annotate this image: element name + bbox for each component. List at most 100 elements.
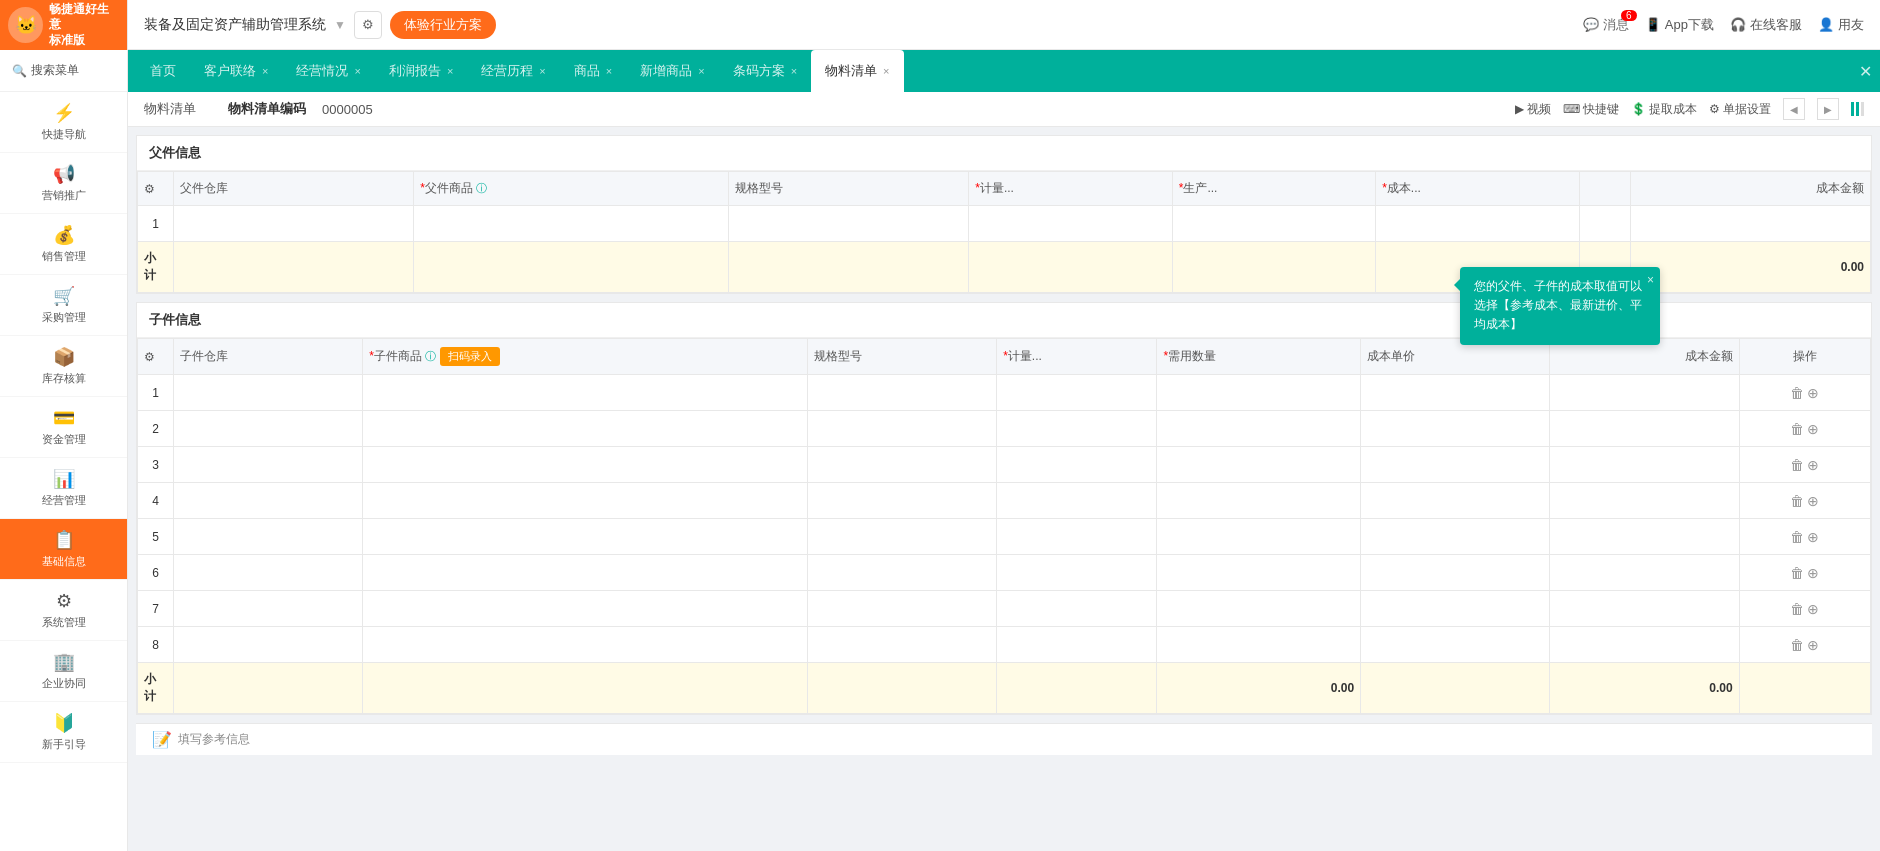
parent-row-1-warehouse[interactable] (174, 206, 414, 242)
sidebar-item-quick-nav[interactable]: ⚡ 快捷导航 (0, 92, 127, 153)
scan-input-button[interactable]: 扫码录入 (440, 347, 500, 366)
sidebar-item-sales[interactable]: 💰 销售管理 (0, 214, 127, 275)
child-row-2-copy-icon[interactable]: ⊕ (1807, 421, 1819, 437)
child-row-1-delete-icon[interactable]: 🗑 (1790, 385, 1804, 401)
child-row-5-copy-icon[interactable]: ⊕ (1807, 529, 1819, 545)
child-row-7-warehouse[interactable] (174, 591, 363, 627)
tab-history-close[interactable]: × (539, 65, 545, 77)
tooltip-close-button[interactable]: × (1647, 271, 1654, 290)
child-row-5-warehouse[interactable] (174, 519, 363, 555)
child-row-2-unit[interactable] (997, 411, 1157, 447)
child-row-7-qty[interactable] (1157, 591, 1361, 627)
child-row-2-unit-cost[interactable] (1361, 411, 1550, 447)
child-row-6-unit[interactable] (997, 555, 1157, 591)
child-row-6-unit-cost[interactable] (1361, 555, 1550, 591)
child-row-5-qty[interactable] (1157, 519, 1361, 555)
tab-product-close[interactable]: × (606, 65, 612, 77)
view-video-button[interactable]: ▶ 视频 (1515, 101, 1551, 118)
child-row-4-warehouse[interactable] (174, 483, 363, 519)
child-row-7-unit-cost[interactable] (1361, 591, 1550, 627)
tab-new-product-close[interactable]: × (698, 65, 704, 77)
child-row-3-spec[interactable] (807, 447, 996, 483)
parent-col-gear[interactable]: ⚙ (138, 172, 174, 206)
nav-prev-button[interactable]: ◀ (1783, 98, 1805, 120)
child-row-3-unit-cost[interactable] (1361, 447, 1550, 483)
parent-row-1-produce[interactable] (1172, 206, 1375, 242)
child-row-4-qty[interactable] (1157, 483, 1361, 519)
child-row-4-copy-icon[interactable]: ⊕ (1807, 493, 1819, 509)
child-row-3-qty[interactable] (1157, 447, 1361, 483)
child-row-8-product[interactable] (363, 627, 808, 663)
child-row-6-qty[interactable] (1157, 555, 1361, 591)
tab-customer-close[interactable]: × (262, 65, 268, 77)
child-row-8-delete-icon[interactable]: 🗑 (1790, 637, 1804, 653)
child-row-6-product[interactable] (363, 555, 808, 591)
child-row-2-spec[interactable] (807, 411, 996, 447)
child-row-1-qty[interactable] (1157, 375, 1361, 411)
tab-profit[interactable]: 利润报告 × (375, 50, 467, 92)
search-menu-button[interactable]: 🔍 搜索菜单 (8, 58, 119, 83)
child-row-5-product[interactable] (363, 519, 808, 555)
child-row-1-unit-cost[interactable] (1361, 375, 1550, 411)
child-row-8-spec[interactable] (807, 627, 996, 663)
parent-row-1-unit[interactable] (969, 206, 1172, 242)
child-row-3-warehouse[interactable] (174, 447, 363, 483)
sidebar-item-operations[interactable]: 📊 经营管理 (0, 458, 127, 519)
tab-customer[interactable]: 客户联络 × (190, 50, 282, 92)
sidebar-item-purchase[interactable]: 🛒 采购管理 (0, 275, 127, 336)
child-row-6-copy-icon[interactable]: ⊕ (1807, 565, 1819, 581)
sidebar-item-system[interactable]: ⚙ 系统管理 (0, 580, 127, 641)
child-row-2-product[interactable] (363, 411, 808, 447)
child-row-2-delete-icon[interactable]: 🗑 (1790, 421, 1804, 437)
child-row-1-copy-icon[interactable]: ⊕ (1807, 385, 1819, 401)
child-row-4-product[interactable] (363, 483, 808, 519)
child-row-3-delete-icon[interactable]: 🗑 (1790, 457, 1804, 473)
trial-button[interactable]: 体验行业方案 (390, 11, 496, 39)
parent-row-1-product[interactable] (414, 206, 729, 242)
tab-barcode[interactable]: 条码方案 × (719, 50, 811, 92)
tab-profit-close[interactable]: × (447, 65, 453, 77)
parent-row-1-spec[interactable] (729, 206, 969, 242)
child-row-8-warehouse[interactable] (174, 627, 363, 663)
app-download-button[interactable]: 📱 App下载 (1645, 16, 1714, 34)
sidebar-item-guide[interactable]: 🔰 新手引导 (0, 702, 127, 763)
tab-business-status[interactable]: 经营情况 × (282, 50, 374, 92)
sidebar-item-finance[interactable]: 💳 资金管理 (0, 397, 127, 458)
nav-next-button[interactable]: ▶ (1817, 98, 1839, 120)
sidebar-item-marketing[interactable]: 📢 营销推广 (0, 153, 127, 214)
sidebar-item-enterprise[interactable]: 🏢 企业协同 (0, 641, 127, 702)
shortcut-button[interactable]: ⌨ 快捷键 (1563, 101, 1619, 118)
tab-barcode-close[interactable]: × (791, 65, 797, 77)
tab-home[interactable]: 首页 (136, 50, 190, 92)
child-row-8-copy-icon[interactable]: ⊕ (1807, 637, 1819, 653)
child-row-8-qty[interactable] (1157, 627, 1361, 663)
child-row-2-qty[interactable] (1157, 411, 1361, 447)
breadcrumb-bom-list[interactable]: 物料清单 (144, 100, 196, 118)
child-row-6-delete-icon[interactable]: 🗑 (1790, 565, 1804, 581)
online-service-button[interactable]: 🎧 在线客服 (1730, 16, 1802, 34)
child-row-3-copy-icon[interactable]: ⊕ (1807, 457, 1819, 473)
parent-row-1-cost[interactable] (1376, 206, 1579, 242)
child-row-5-unit[interactable] (997, 519, 1157, 555)
tab-history[interactable]: 经营历程 × (467, 50, 559, 92)
child-row-6-warehouse[interactable] (174, 555, 363, 591)
child-row-6-spec[interactable] (807, 555, 996, 591)
child-row-5-unit-cost[interactable] (1361, 519, 1550, 555)
system-dropdown-icon[interactable]: ▼ (334, 18, 346, 32)
child-row-1-unit[interactable] (997, 375, 1157, 411)
tab-business-status-close[interactable]: × (354, 65, 360, 77)
message-button[interactable]: 💬 6 消息 (1583, 16, 1629, 34)
tab-bom[interactable]: 物料清单 × (811, 50, 903, 92)
child-row-2-warehouse[interactable] (174, 411, 363, 447)
sidebar-item-basic-info[interactable]: 📋 基础信息 (0, 519, 127, 580)
child-row-5-delete-icon[interactable]: 🗑 (1790, 529, 1804, 545)
tab-new-product[interactable]: 新增商品 × (626, 50, 718, 92)
child-row-7-product[interactable] (363, 591, 808, 627)
child-col-gear[interactable]: ⚙ (138, 339, 174, 375)
child-row-5-spec[interactable] (807, 519, 996, 555)
child-row-4-delete-icon[interactable]: 🗑 (1790, 493, 1804, 509)
child-row-7-delete-icon[interactable]: 🗑 (1790, 601, 1804, 617)
child-row-7-unit[interactable] (997, 591, 1157, 627)
bill-settings-button[interactable]: ⚙ 单据设置 (1709, 101, 1771, 118)
sidebar-item-inventory[interactable]: 📦 库存核算 (0, 336, 127, 397)
